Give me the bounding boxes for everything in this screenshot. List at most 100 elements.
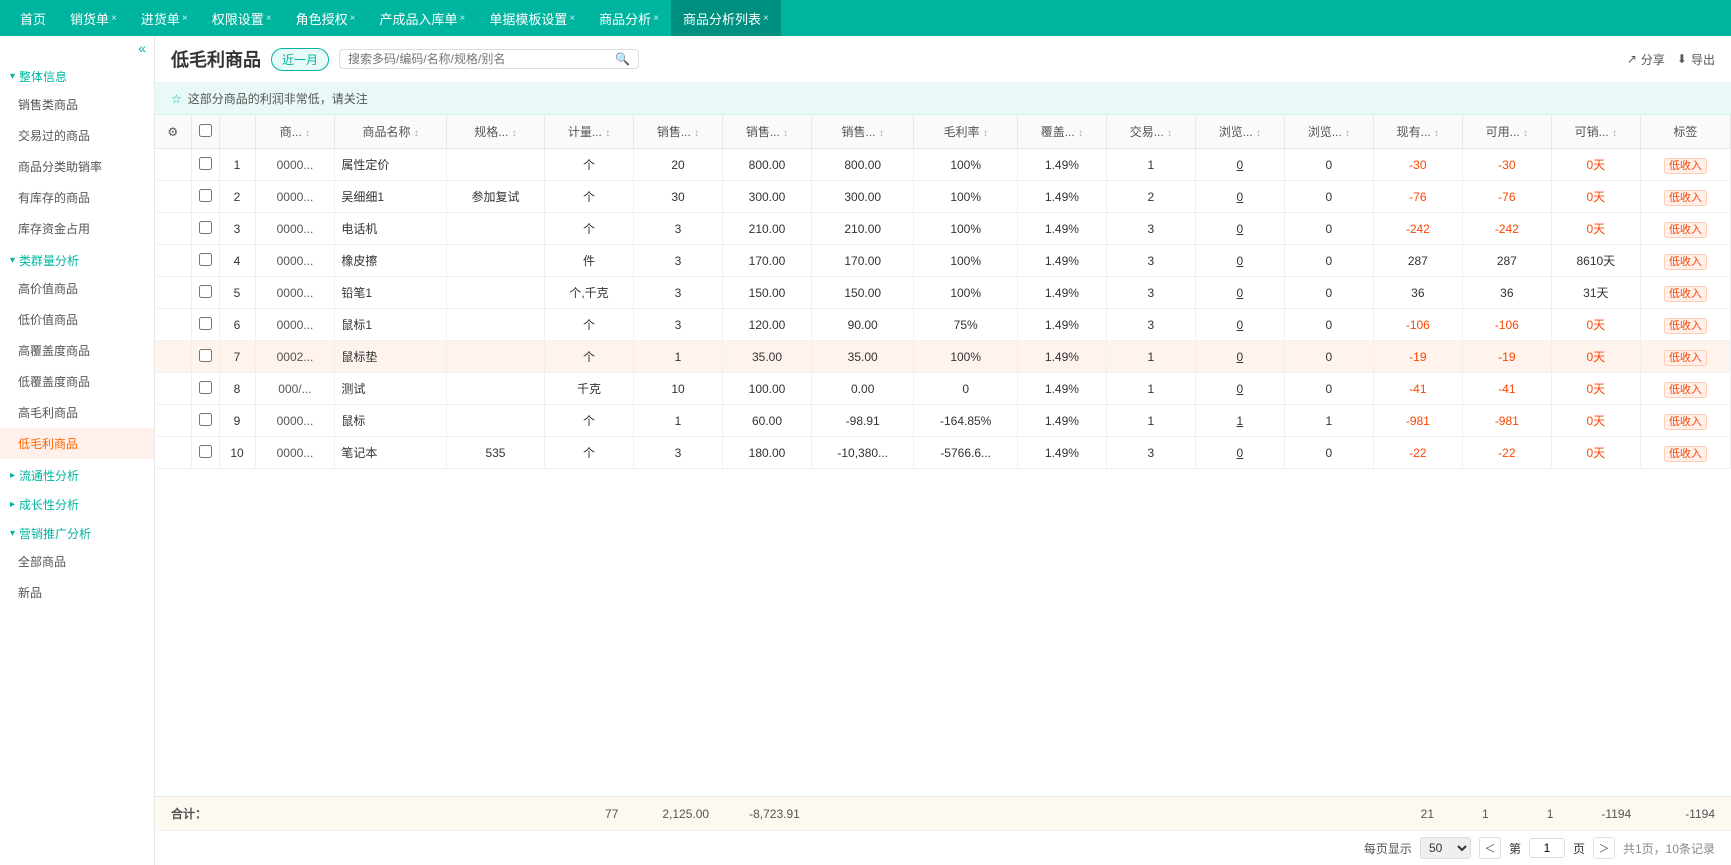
sidebar-item-high-value[interactable]: 高价值商品	[0, 273, 154, 304]
th-price1[interactable]: 销售... ↕	[723, 115, 812, 149]
nav-permissions[interactable]: 权限设置 ×	[200, 0, 284, 36]
nav-purchase-order[interactable]: 进货单 ×	[129, 0, 200, 36]
th-browse1[interactable]: 浏览... ↕	[1195, 115, 1284, 149]
search-icon[interactable]: 🔍	[615, 52, 630, 66]
settings-icon[interactable]: ⚙	[167, 125, 178, 139]
sidebar-item-high-margin[interactable]: 高毛利商品	[0, 397, 154, 428]
sidebar-item-category-rate[interactable]: 商品分类助销率	[0, 151, 154, 182]
cell-browse1[interactable]: 0	[1195, 181, 1284, 213]
cell-browse1[interactable]: 1	[1195, 405, 1284, 437]
th-code[interactable]: 商... ↕	[255, 115, 335, 149]
th-qty[interactable]: 销售... ↕	[634, 115, 723, 149]
search-input[interactable]	[348, 52, 615, 66]
cell-browse1[interactable]: 0	[1195, 437, 1284, 469]
nav-sales-order[interactable]: 销货单 ×	[58, 0, 129, 36]
cell-checkbox[interactable]	[191, 309, 219, 341]
cell-checkbox[interactable]	[191, 149, 219, 181]
cell-code: 0000...	[255, 245, 335, 277]
next-page-btn[interactable]: ＞	[1593, 837, 1615, 859]
row-checkbox[interactable]	[199, 221, 212, 234]
row-checkbox[interactable]	[199, 253, 212, 266]
nav-goods-analysis[interactable]: 商品分析 ×	[587, 0, 671, 36]
per-page-select[interactable]: 50 100 200	[1420, 837, 1471, 859]
row-checkbox[interactable]	[199, 413, 212, 426]
cell-price1: 170.00	[723, 245, 812, 277]
nav-template-settings[interactable]: 单据模板设置 ×	[477, 0, 587, 36]
cell-qty: 3	[634, 309, 723, 341]
th-settings[interactable]: ⚙	[155, 115, 191, 149]
cell-days: 0天	[1551, 181, 1640, 213]
th-trade[interactable]: 交易... ↕	[1106, 115, 1195, 149]
cell-price2: 0.00	[811, 373, 913, 405]
section-overall-label: 整体信息	[19, 68, 67, 85]
sidebar-item-new-goods[interactable]: 新品	[0, 577, 154, 608]
share-btn[interactable]: ↗ 分享	[1627, 51, 1665, 68]
select-all-checkbox[interactable]	[199, 124, 212, 137]
row-checkbox[interactable]	[199, 285, 212, 298]
cell-checkbox[interactable]	[191, 245, 219, 277]
cell-browse1[interactable]: 0	[1195, 373, 1284, 405]
nav-goods-analysis-list[interactable]: 商品分析列表 ×	[671, 0, 781, 36]
cell-gross: 100%	[914, 213, 1018, 245]
row-checkbox[interactable]	[199, 317, 212, 330]
cell-browse1[interactable]: 0	[1195, 149, 1284, 181]
sidebar-item-traded-goods[interactable]: 交易过的商品	[0, 120, 154, 151]
cell-name: 电话机	[335, 213, 447, 245]
cell-browse1[interactable]: 0	[1195, 245, 1284, 277]
nav-product-entry[interactable]: 产成品入库单 ×	[367, 0, 477, 36]
nav-home[interactable]: 首页	[8, 0, 58, 36]
th-name[interactable]: 商品名称 ↕	[335, 115, 447, 149]
row-checkbox[interactable]	[199, 349, 212, 362]
sidebar-item-capital[interactable]: 库存资金占用	[0, 213, 154, 244]
sidebar-item-sales-goods[interactable]: 销售类商品	[0, 89, 154, 120]
cell-browse2: 0	[1284, 213, 1373, 245]
table-wrapper: ⚙ 商... ↕ 商品名称 ↕ 规格... ↕ 计量... ↕ 销售... ↕ …	[155, 115, 1731, 796]
row-checkbox[interactable]	[199, 189, 212, 202]
row-checkbox[interactable]	[199, 445, 212, 458]
cell-name: 鼠标垫	[335, 341, 447, 373]
export-btn[interactable]: ⬇ 导出	[1677, 51, 1715, 68]
page-input[interactable]	[1529, 838, 1565, 858]
sidebar-section-circulation[interactable]: ▸ 流通性分析	[0, 459, 154, 488]
th-stock1[interactable]: 现有... ↕	[1373, 115, 1462, 149]
th-stock2[interactable]: 可用... ↕	[1462, 115, 1551, 149]
sidebar-item-high-coverage[interactable]: 高覆盖度商品	[0, 335, 154, 366]
sidebar-section-overall[interactable]: ▾ 整体信息	[0, 60, 154, 89]
filter-recent-month-btn[interactable]: 近一月	[271, 48, 329, 71]
cell-browse1[interactable]: 0	[1195, 277, 1284, 309]
cell-checkbox[interactable]	[191, 181, 219, 213]
cell-checkbox[interactable]	[191, 277, 219, 309]
sidebar-item-all-goods[interactable]: 全部商品	[0, 546, 154, 577]
page-title: 低毛利商品	[171, 46, 261, 72]
nav-role-auth[interactable]: 角色授权 ×	[284, 0, 368, 36]
cell-checkbox[interactable]	[191, 405, 219, 437]
cell-checkbox[interactable]	[191, 373, 219, 405]
prev-page-btn[interactable]: ＜	[1479, 837, 1501, 859]
sidebar-section-marketing[interactable]: ▾ 营销推广分析	[0, 517, 154, 546]
sidebar-item-low-coverage[interactable]: 低覆盖度商品	[0, 366, 154, 397]
table-row: 8 000/... 测试 千克 10 100.00 0.00 0 1.49% 1…	[155, 373, 1731, 405]
cell-checkbox[interactable]	[191, 437, 219, 469]
cell-browse1[interactable]: 0	[1195, 309, 1284, 341]
cell-tag: 低收入	[1640, 373, 1730, 405]
th-coverage[interactable]: 覆盖... ↕	[1017, 115, 1106, 149]
sidebar-section-growth[interactable]: ▸ 成长性分析	[0, 488, 154, 517]
th-browse2[interactable]: 浏览... ↕	[1284, 115, 1373, 149]
th-spec[interactable]: 规格... ↕	[446, 115, 544, 149]
row-checkbox[interactable]	[199, 157, 212, 170]
th-days[interactable]: 可销... ↕	[1551, 115, 1640, 149]
th-price2[interactable]: 销售... ↕	[811, 115, 913, 149]
row-checkbox[interactable]	[199, 381, 212, 394]
th-unit[interactable]: 计量... ↕	[545, 115, 634, 149]
cell-browse1[interactable]: 0	[1195, 213, 1284, 245]
cell-checkbox[interactable]	[191, 213, 219, 245]
sidebar-item-low-value[interactable]: 低价值商品	[0, 304, 154, 335]
sidebar-collapse-btn[interactable]: «	[138, 40, 146, 56]
cell-checkbox[interactable]	[191, 341, 219, 373]
sidebar-item-low-margin[interactable]: 低毛利商品	[0, 428, 154, 459]
sidebar-section-cluster[interactable]: ▾ 类群量分析	[0, 244, 154, 273]
th-gross[interactable]: 毛利率 ↕	[914, 115, 1018, 149]
sidebar-item-stocked-goods[interactable]: 有库存的商品	[0, 182, 154, 213]
th-checkbox[interactable]	[191, 115, 219, 149]
cell-browse1[interactable]: 0	[1195, 341, 1284, 373]
